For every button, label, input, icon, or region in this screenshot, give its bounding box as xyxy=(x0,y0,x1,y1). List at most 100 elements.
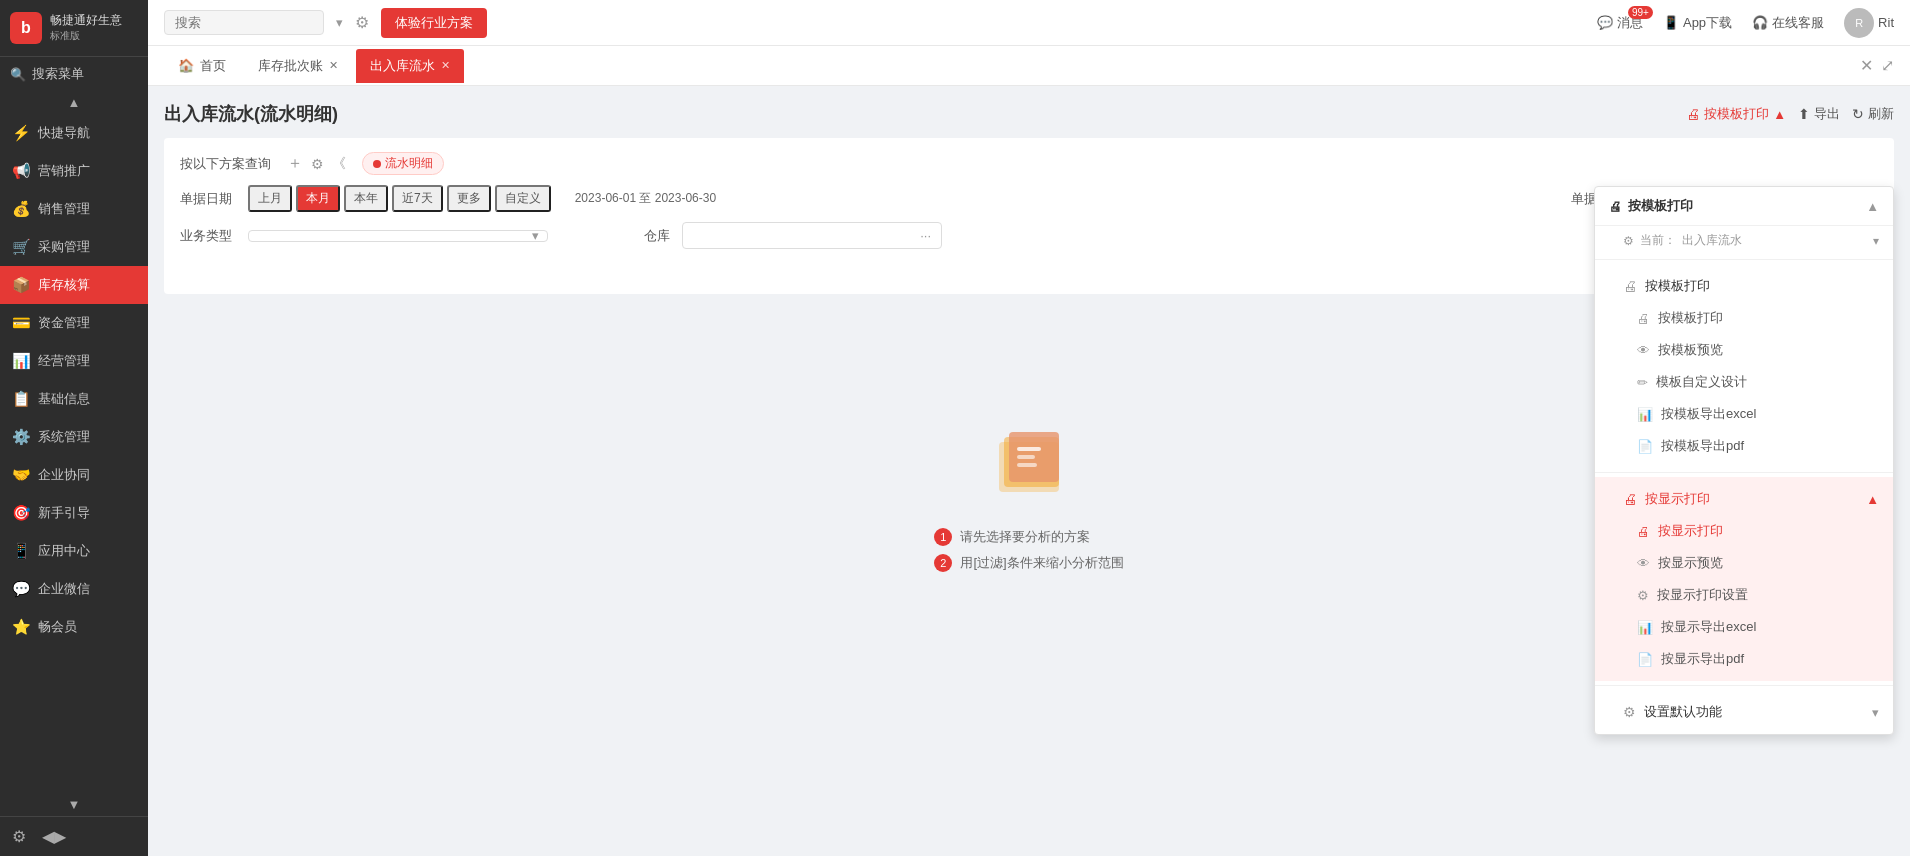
sidebar-item-vip[interactable]: ⭐ 畅会员 xyxy=(0,608,148,646)
logo-icon: b xyxy=(10,12,42,44)
sidebar-item-guide[interactable]: 🎯 新手引导 xyxy=(0,494,148,532)
sidebar-item-finance[interactable]: 💳 资金管理 xyxy=(0,304,148,342)
user-name: Rit xyxy=(1878,15,1894,30)
filter-tag: 流水明细 xyxy=(362,152,444,175)
date-btn-this-year[interactable]: 本年 xyxy=(344,185,388,212)
tab-inventory-flow-close[interactable]: ✕ xyxy=(441,59,450,72)
message-btn[interactable]: 💬 消息 99+ xyxy=(1597,14,1643,32)
dropdown-title-text: 按模板打印 xyxy=(1628,197,1693,215)
display-export-pdf-item[interactable]: 📄 按显示导出pdf xyxy=(1595,643,1893,675)
sidebar-scroll-down[interactable]: ▼ xyxy=(0,793,148,816)
sidebar-item-appcenter[interactable]: 📱 应用中心 xyxy=(0,532,148,570)
display-print-settings-item[interactable]: ⚙ 按显示打印设置 xyxy=(1595,579,1893,611)
dropdown-divider-2 xyxy=(1595,472,1893,473)
sidebar-item-operations[interactable]: 📊 经营管理 xyxy=(0,342,148,380)
filter-settings-icon[interactable]: ⚙ xyxy=(311,156,324,172)
display-export-excel-item[interactable]: 📊 按显示导出excel xyxy=(1595,611,1893,643)
current-icon: ⚙ xyxy=(1623,234,1634,248)
template-print-item[interactable]: 🖨 按模板打印 xyxy=(1595,302,1893,334)
avatar: R xyxy=(1844,8,1874,38)
tab-inventory-batch[interactable]: 库存批次账 ✕ xyxy=(244,49,352,83)
display-print-section: 🖨 按显示打印 ▲ 🖨 按显示打印 👁 按显示预览 ⚙ 按显示打印设置 xyxy=(1595,477,1893,681)
sidebar-item-label: 快捷导航 xyxy=(38,124,90,142)
template-export-pdf-item[interactable]: 📄 按模板导出pdf xyxy=(1595,430,1893,462)
user-menu[interactable]: R Rit xyxy=(1844,8,1894,38)
warehouse-select[interactable]: ··· xyxy=(682,222,942,249)
tab-inventory-flow[interactable]: 出入库流水 ✕ xyxy=(356,49,464,83)
set-default-section-header[interactable]: ⚙ 设置默认功能 ▾ xyxy=(1595,696,1893,728)
dropdown-arrow-up-icon[interactable]: ▲ xyxy=(1866,199,1879,214)
display-settings-icon: ⚙ xyxy=(1637,588,1649,603)
sidebar-item-sales[interactable]: 💰 销售管理 xyxy=(0,190,148,228)
tabs-right: ✕ ⤢ xyxy=(1860,56,1894,75)
print-template-btn[interactable]: 🖨 按模板打印 ▲ xyxy=(1686,105,1786,123)
display-export-pdf-icon: 📄 xyxy=(1637,652,1653,667)
close-all-tabs-icon[interactable]: ✕ xyxy=(1860,56,1873,75)
type-select[interactable]: ▾ xyxy=(248,230,548,242)
sidebar-item-label: 库存核算 xyxy=(38,276,90,294)
template-custom-label: 模板自定义设计 xyxy=(1656,373,1747,391)
template-preview-item[interactable]: 👁 按模板预览 xyxy=(1595,334,1893,366)
collapse-sidebar-icon[interactable]: ◀▶ xyxy=(42,827,66,846)
sidebar-item-basic[interactable]: 📋 基础信息 xyxy=(0,380,148,418)
date-btn-7days[interactable]: 近7天 xyxy=(392,185,443,212)
sidebar-item-label: 新手引导 xyxy=(38,504,90,522)
filter-row-1: 按以下方案查询 ＋ ⚙ 《 流水明细 xyxy=(180,152,1878,175)
svg-rect-3 xyxy=(1017,447,1041,451)
app-download-btn[interactable]: 📱 App下载 xyxy=(1663,14,1732,32)
sidebar-item-quick-nav[interactable]: ⚡ 快捷导航 xyxy=(0,114,148,152)
sidebar-item-system[interactable]: ⚙️ 系统管理 xyxy=(0,418,148,456)
settings-icon[interactable]: ⚙ xyxy=(12,827,26,846)
finance-icon: 💳 xyxy=(12,314,30,332)
topbar-gear-icon[interactable]: ⚙ xyxy=(355,13,369,32)
date-btn-this-month[interactable]: 本月 xyxy=(296,185,340,212)
filter-add-icon[interactable]: ＋ xyxy=(287,153,303,174)
search-menu-label: 搜索菜单 xyxy=(32,65,84,83)
sidebar-item-purchase[interactable]: 🛒 采购管理 xyxy=(0,228,148,266)
sidebar-item-inventory[interactable]: 📦 库存核算 xyxy=(0,266,148,304)
template-export-excel-label: 按模板导出excel xyxy=(1661,405,1756,423)
display-print-section-label: 按显示打印 xyxy=(1645,490,1710,508)
date-btn-last-month[interactable]: 上月 xyxy=(248,185,292,212)
sidebar-item-label: 营销推广 xyxy=(38,162,90,180)
display-preview-item[interactable]: 👁 按显示预览 xyxy=(1595,547,1893,579)
sidebar-item-label: 系统管理 xyxy=(38,428,90,446)
date-btn-more[interactable]: 更多 xyxy=(447,185,491,212)
template-print-section: 🖨 按模板打印 🖨 按模板打印 👁 按模板预览 ✏ 模板自定义设计 📊 xyxy=(1595,264,1893,468)
industry-btn[interactable]: 体验行业方案 xyxy=(381,8,487,38)
sidebar-item-label: 基础信息 xyxy=(38,390,90,408)
print-dropdown-panel: 🖨 按模板打印 ▲ ⚙ 当前： 出入库流水 ▾ 🖨 按模板打印 🖨 xyxy=(1594,186,1894,735)
sidebar-item-cooperation[interactable]: 🤝 企业协同 xyxy=(0,456,148,494)
page-actions: 🖨 按模板打印 ▲ ⬆ 导出 ↻ 刷新 xyxy=(1686,105,1894,123)
filter-collapse-icon[interactable]: 《 xyxy=(332,155,346,173)
search-menu[interactable]: 🔍 搜索菜单 xyxy=(0,57,148,91)
refresh-label: 刷新 xyxy=(1868,105,1894,123)
export-btn[interactable]: ⬆ 导出 xyxy=(1798,105,1840,123)
sidebar-item-marketing[interactable]: 📢 营销推广 xyxy=(0,152,148,190)
refresh-btn[interactable]: ↻ 刷新 xyxy=(1852,105,1894,123)
tabs-bar: 🏠 首页 库存批次账 ✕ 出入库流水 ✕ ✕ ⤢ xyxy=(148,46,1910,86)
display-export-excel-icon: 📊 xyxy=(1637,620,1653,635)
print-chevron-up-icon: ▲ xyxy=(1773,107,1786,122)
dropdown-divider-3 xyxy=(1595,685,1893,686)
expand-tabs-icon[interactable]: ⤢ xyxy=(1881,56,1894,75)
topbar-chevron-icon[interactable]: ▾ xyxy=(336,15,343,30)
tab-home[interactable]: 🏠 首页 xyxy=(164,49,240,83)
sidebar: b 畅捷通好生意 标准版 🔍 搜索菜单 ▲ ⚡ 快捷导航 📢 营销推广 💰 销售… xyxy=(0,0,148,856)
sidebar-scroll-up[interactable]: ▲ xyxy=(0,91,148,114)
svg-rect-4 xyxy=(1017,455,1035,459)
date-btn-custom[interactable]: 自定义 xyxy=(495,185,551,212)
template-custom-item[interactable]: ✏ 模板自定义设计 xyxy=(1595,366,1893,398)
date-range-display: 2023-06-01 至 2023-06-30 xyxy=(575,190,716,207)
sidebar-item-label: 资金管理 xyxy=(38,314,90,332)
template-print-section-header[interactable]: 🖨 按模板打印 xyxy=(1595,270,1893,302)
warehouse-dots-icon[interactable]: ··· xyxy=(920,228,931,243)
template-export-excel-item[interactable]: 📊 按模板导出excel xyxy=(1595,398,1893,430)
tab-inventory-batch-close[interactable]: ✕ xyxy=(329,59,338,72)
topbar-search-input[interactable] xyxy=(164,10,324,35)
online-service-btn[interactable]: 🎧 在线客服 xyxy=(1752,14,1824,32)
display-print-section-header[interactable]: 🖨 按显示打印 ▲ xyxy=(1595,483,1893,515)
date-filters: 上月 本月 本年 近7天 更多 自定义 xyxy=(248,185,551,212)
sidebar-item-wechat[interactable]: 💬 企业微信 xyxy=(0,570,148,608)
display-print-item[interactable]: 🖨 按显示打印 xyxy=(1595,515,1893,547)
